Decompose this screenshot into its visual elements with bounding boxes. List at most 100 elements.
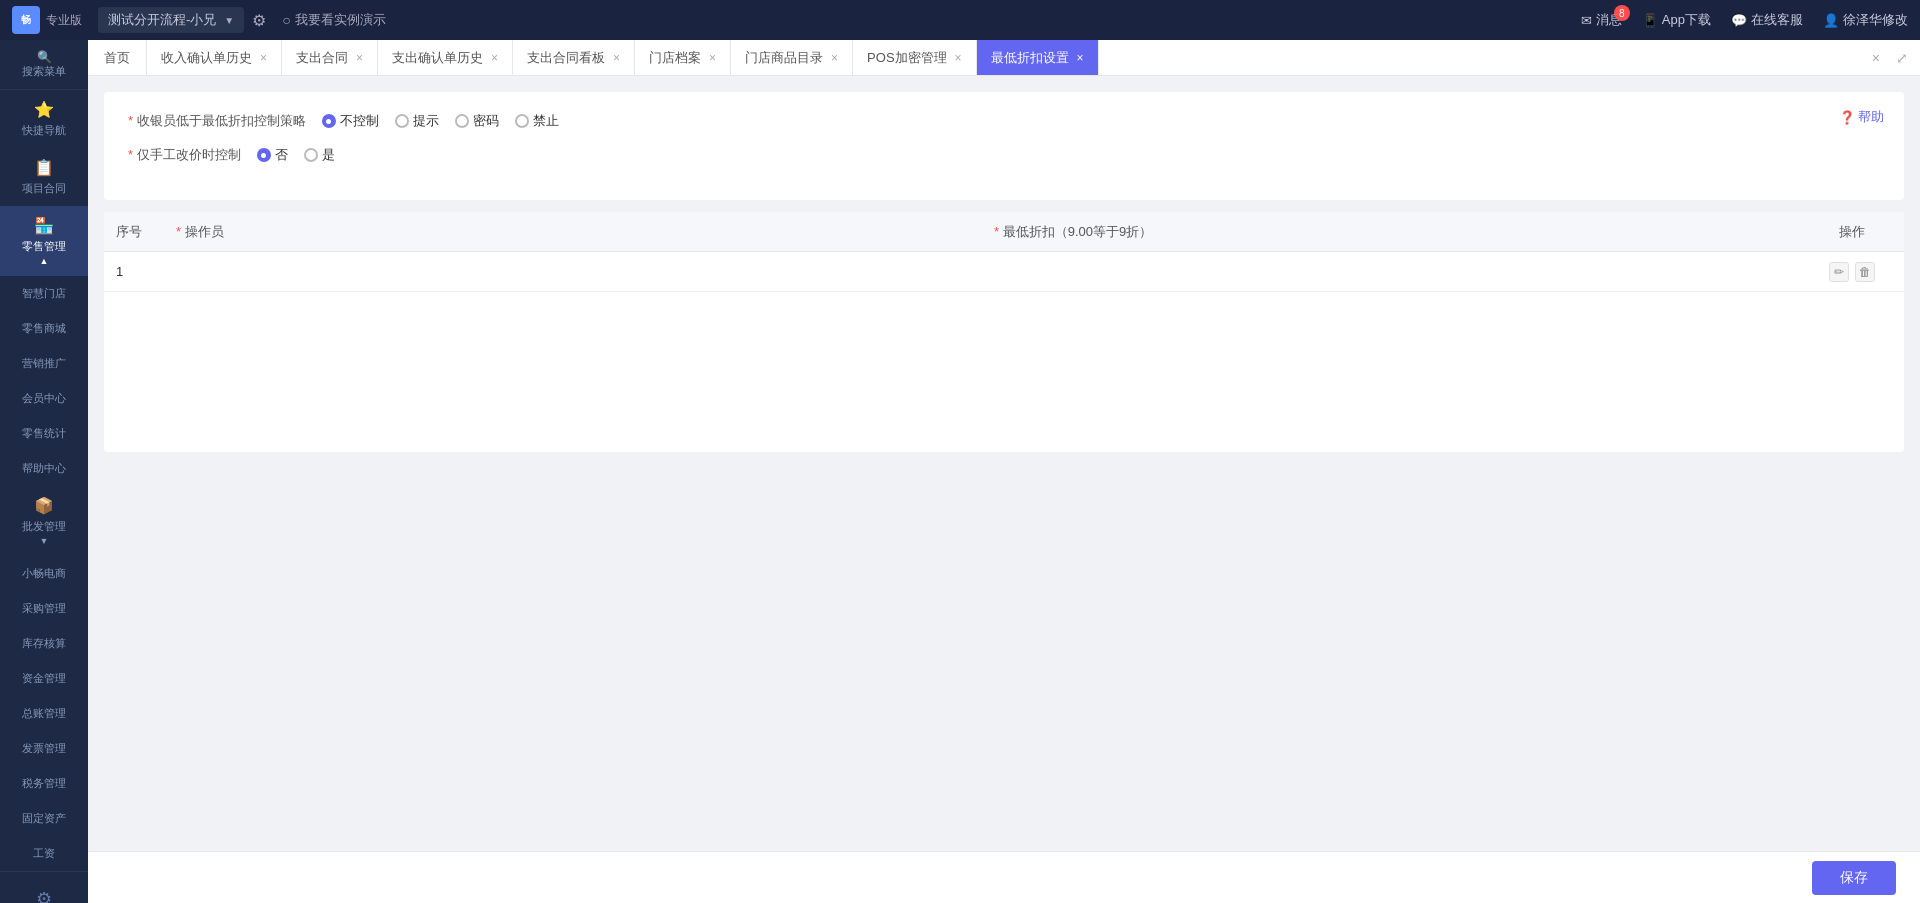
col-action: 操作 (1812, 223, 1892, 241)
radio-forbid[interactable]: 禁止 (515, 112, 559, 130)
help-icon: ❓ (1839, 110, 1855, 125)
message-badge: 8 (1614, 5, 1630, 21)
nav-icon: ⭐ (34, 100, 54, 119)
message-btn[interactable]: ✉ 消息 8 (1581, 11, 1622, 29)
sidebar-stats-label: 零售统计 (22, 426, 66, 441)
sidebar-item-finance[interactable]: 资金管理 (0, 661, 88, 696)
tab-expense-history-close[interactable]: × (491, 51, 498, 65)
service-icon: 💬 (1731, 13, 1747, 28)
content-area: 首页 收入确认单历史 × 支出合同 × 支出确认单历史 × 支出合同看板 × (88, 40, 1920, 903)
sidebar-search-label: 搜索菜单 (6, 64, 82, 79)
radio-no-control-circle (322, 114, 336, 128)
tab-pos-encrypt-close[interactable]: × (955, 51, 962, 65)
tab-close-btn[interactable]: × (1868, 48, 1884, 68)
radio-password[interactable]: 密码 (455, 112, 499, 130)
tab-expense-contract-close[interactable]: × (356, 51, 363, 65)
tab-expense-contract[interactable]: 支出合同 × (282, 40, 378, 76)
radio-forbid-circle (515, 114, 529, 128)
sidebar-item-project[interactable]: 📋 项目合同 (0, 148, 88, 206)
tab-store-archive-close[interactable]: × (709, 51, 716, 65)
table-row: 1 ✏ 🗑 (104, 252, 1904, 292)
batch-icon: 📦 (34, 496, 54, 515)
discount-strategy-row: 收银员低于最低折扣控制策略 不控制 提示 (128, 112, 1880, 130)
app-download-btn[interactable]: 📱 App下载 (1642, 11, 1711, 29)
sidebar-item-purchase[interactable]: 采购管理 (0, 591, 88, 626)
user-icon: 👤 (1823, 13, 1839, 28)
sidebar-item-member[interactable]: 会员中心 (0, 381, 88, 416)
sidebar-item-assets[interactable]: 固定资产 (0, 801, 88, 836)
tab-expense-board[interactable]: 支出合同看板 × (513, 40, 635, 76)
user-btn[interactable]: 👤 徐泽华修改 (1823, 11, 1908, 29)
radio-password-circle (455, 114, 469, 128)
edit-row-btn-1[interactable]: ✏ (1829, 262, 1849, 282)
tab-store-archive-label: 门店档案 (649, 49, 701, 67)
tab-expense-board-close[interactable]: × (613, 51, 620, 65)
tab-expand-btn[interactable]: ⤢ (1892, 48, 1912, 68)
tab-min-discount-close[interactable]: × (1077, 51, 1084, 65)
sidebar-item-invoice[interactable]: 发票管理 (0, 731, 88, 766)
online-service-label: 在线客服 (1751, 11, 1803, 29)
sidebar-item-help[interactable]: 帮助中心 (0, 451, 88, 486)
sidebar-item-smart-store[interactable]: 智慧门店 (0, 276, 88, 311)
sidebar-item-retail[interactable]: 🏪 零售管理 ▲ (0, 206, 88, 276)
tab-expense-board-label: 支出合同看板 (527, 49, 605, 67)
cell-action-1: ✏ 🗑 (1812, 262, 1892, 282)
sidebar-item-batch[interactable]: 📦 批发管理 ▼ (0, 486, 88, 556)
search-icon: 🔍 (6, 50, 82, 64)
radio-manual-no[interactable]: 否 (257, 146, 288, 164)
save-button[interactable]: 保存 (1812, 861, 1896, 895)
help-link[interactable]: ❓ 帮助 (1839, 108, 1884, 126)
table-header: 序号 操作员 最低折扣（9.00等于9折） 操作 (104, 212, 1904, 252)
tab-expense-history[interactable]: 支出确认单历史 × (378, 40, 513, 76)
radio-prompt[interactable]: 提示 (395, 112, 439, 130)
tab-store-archive[interactable]: 门店档案 × (635, 40, 731, 76)
tab-income-history-close[interactable]: × (260, 51, 267, 65)
top-bar-right: ✉ 消息 8 📱 App下载 💬 在线客服 👤 徐泽华修改 (1581, 11, 1908, 29)
gear-icon[interactable]: ⚙ (0, 880, 88, 903)
tab-income-history[interactable]: 收入确认单历史 × (147, 40, 282, 76)
manual-price-radio-group: 否 是 (257, 146, 335, 164)
sidebar-marketing-label: 营销推广 (22, 356, 66, 371)
settings-icon[interactable]: ⚙ (252, 11, 266, 30)
sidebar: 🔍 搜索菜单 ⭐ 快捷导航 📋 项目合同 🏪 零售管理 ▲ 智慧门店 零售商城 (0, 40, 88, 903)
sidebar-member-label: 会员中心 (22, 391, 66, 406)
tab-store-catalog[interactable]: 门店商品目录 × (731, 40, 853, 76)
radio-manual-yes[interactable]: 是 (304, 146, 335, 164)
sidebar-item-nav[interactable]: ⭐ 快捷导航 (0, 90, 88, 148)
sidebar-item-online-store[interactable]: 零售商城 (0, 311, 88, 346)
sidebar-batch-label: 批发管理 (22, 519, 66, 534)
online-service-btn[interactable]: 💬 在线客服 (1731, 11, 1803, 29)
sidebar-item-marketing[interactable]: 营销推广 (0, 346, 88, 381)
sidebar-item-search[interactable]: 🔍 搜索菜单 (0, 40, 88, 90)
sidebar-item-salary[interactable]: 工资 (0, 836, 88, 871)
tab-pos-encrypt[interactable]: POS加密管理 × (853, 40, 976, 76)
sidebar-item-stats[interactable]: 零售统计 (0, 416, 88, 451)
sidebar-item-tax[interactable]: 税务管理 (0, 766, 88, 801)
tab-home[interactable]: 首页 (88, 40, 147, 76)
sidebar-item-ledger[interactable]: 总账管理 (0, 696, 88, 731)
radio-no-control[interactable]: 不控制 (322, 112, 379, 130)
tab-min-discount[interactable]: 最低折扣设置 × (977, 40, 1099, 76)
tab-actions: × ⤢ (1860, 48, 1920, 68)
demo-link[interactable]: ○ 我要看实例演示 (282, 11, 385, 29)
discount-strategy-label: 收银员低于最低折扣控制策略 (128, 112, 306, 130)
logo: 畅 专业版 (12, 6, 82, 34)
tab-expense-contract-label: 支出合同 (296, 49, 348, 67)
download-icon: 📱 (1642, 13, 1658, 28)
sidebar-item-ecommerce[interactable]: 小畅电商 (0, 556, 88, 591)
tab-store-catalog-close[interactable]: × (831, 51, 838, 65)
radio-manual-no-label: 否 (275, 146, 288, 164)
sidebar-tax-label: 税务管理 (22, 776, 66, 791)
sidebar-smart-store-label: 智慧门店 (22, 286, 66, 301)
delete-row-btn-1[interactable]: 🗑 (1855, 262, 1875, 282)
demo-circle-icon: ○ (282, 12, 290, 28)
sidebar-ledger-label: 总账管理 (22, 706, 66, 721)
radio-prompt-circle (395, 114, 409, 128)
sidebar-item-inventory[interactable]: 库存核算 (0, 626, 88, 661)
manual-price-label: 仅手工改价时控制 (128, 146, 241, 164)
table-body: 1 ✏ 🗑 (104, 252, 1904, 452)
cell-seq-1: 1 (116, 264, 176, 279)
radio-password-label: 密码 (473, 112, 499, 130)
project-selector[interactable]: 测试分开流程-小兄 ▼ (98, 7, 244, 33)
col-seq: 序号 (116, 223, 176, 241)
